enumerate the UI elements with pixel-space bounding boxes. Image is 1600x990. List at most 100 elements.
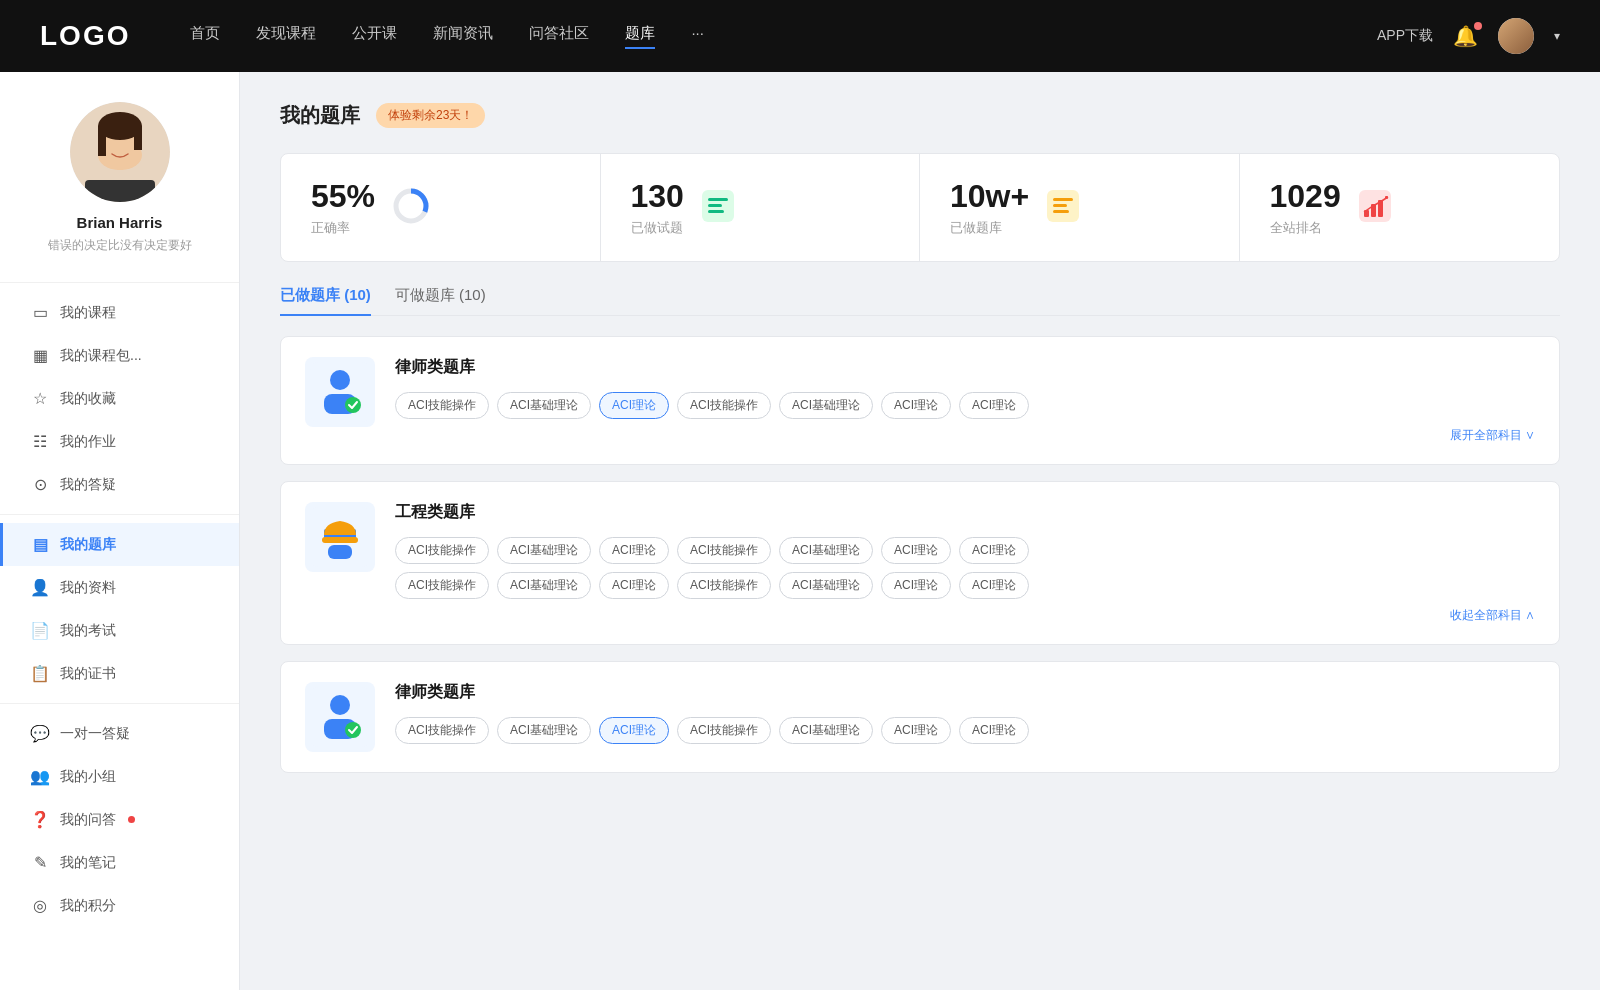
nav-open-course[interactable]: 公开课: [352, 24, 397, 49]
sidebar-label-courses: 我的课程: [60, 304, 116, 322]
tag-lawyer2-2[interactable]: ACI理论: [599, 717, 669, 744]
svg-rect-7: [85, 180, 155, 202]
tag-eng-r2-0[interactable]: ACI技能操作: [395, 572, 489, 599]
subject-title-lawyer-2: 律师类题库: [395, 682, 1535, 703]
course-package-icon: ▦: [30, 346, 50, 365]
tag-eng-r1-0[interactable]: ACI技能操作: [395, 537, 489, 564]
sidebar-item-homework[interactable]: ☷ 我的作业: [0, 420, 239, 463]
subject-card-lawyer-2: 律师类题库 ACI技能操作 ACI基础理论 ACI理论 ACI技能操作 ACI基…: [280, 661, 1560, 773]
tag-lawyer2-1[interactable]: ACI基础理论: [497, 717, 591, 744]
sidebar-label-1to1: 一对一答疑: [60, 725, 130, 743]
tag-lawyer1-5[interactable]: ACI理论: [881, 392, 951, 419]
sidebar-item-groups[interactable]: 👥 我的小组: [0, 755, 239, 798]
tag-lawyer2-0[interactable]: ACI技能操作: [395, 717, 489, 744]
tag-lawyer2-5[interactable]: ACI理论: [881, 717, 951, 744]
stats-row: 55% 正确率 130 已做试题: [280, 153, 1560, 262]
sidebar: Brian Harris 错误的决定比没有决定要好 ▭ 我的课程 ▦ 我的课程包…: [0, 72, 240, 990]
subject-tags-engineer-row2: ACI技能操作 ACI基础理论 ACI理论 ACI技能操作 ACI基础理论 AC…: [395, 572, 1535, 599]
tag-lawyer1-0[interactable]: ACI技能操作: [395, 392, 489, 419]
tag-eng-r1-4[interactable]: ACI基础理论: [779, 537, 873, 564]
stat-done-banks-value: 10w+: [950, 178, 1029, 215]
tag-eng-r1-5[interactable]: ACI理论: [881, 537, 951, 564]
user-menu-chevron[interactable]: ▾: [1554, 29, 1560, 43]
user-name: Brian Harris: [77, 214, 163, 231]
svg-rect-5: [98, 126, 106, 156]
groups-icon: 👥: [30, 767, 50, 786]
exams-icon: 📄: [30, 621, 50, 640]
sidebar-item-materials[interactable]: 👤 我的资料: [0, 566, 239, 609]
sidebar-label-homework: 我的作业: [60, 433, 116, 451]
sidebar-item-certificate[interactable]: 📋 我的证书: [0, 652, 239, 695]
tag-eng-r2-3[interactable]: ACI技能操作: [677, 572, 771, 599]
tag-eng-r2-1[interactable]: ACI基础理论: [497, 572, 591, 599]
tag-lawyer1-3[interactable]: ACI技能操作: [677, 392, 771, 419]
svg-rect-6: [134, 126, 142, 150]
tag-lawyer2-4[interactable]: ACI基础理论: [779, 717, 873, 744]
sidebar-menu: ▭ 我的课程 ▦ 我的课程包... ☆ 我的收藏 ☷ 我的作业 ⊙ 我的答疑 ▤: [0, 291, 239, 927]
stat-done-questions-label: 已做试题: [631, 219, 684, 237]
svg-rect-13: [708, 204, 722, 207]
subject-content-lawyer-2: 律师类题库 ACI技能操作 ACI基础理论 ACI理论 ACI技能操作 ACI基…: [395, 682, 1535, 752]
stat-rank-value: 1029: [1270, 178, 1341, 215]
notes-icon: ✎: [30, 853, 50, 872]
user-avatar[interactable]: [70, 102, 170, 202]
tag-eng-r1-3[interactable]: ACI技能操作: [677, 537, 771, 564]
nav-news[interactable]: 新闻资讯: [433, 24, 493, 49]
collapse-engineer[interactable]: 收起全部科目 ∧: [395, 607, 1535, 624]
tag-eng-r2-4[interactable]: ACI基础理论: [779, 572, 873, 599]
tag-eng-r1-2[interactable]: ACI理论: [599, 537, 669, 564]
tab-done-banks[interactable]: 已做题库 (10): [280, 286, 371, 315]
tag-lawyer1-6[interactable]: ACI理论: [959, 392, 1029, 419]
avatar-img-nav: [1498, 18, 1534, 54]
tag-eng-r2-6[interactable]: ACI理论: [959, 572, 1029, 599]
sidebar-item-qa[interactable]: ⊙ 我的答疑: [0, 463, 239, 506]
tag-lawyer2-6[interactable]: ACI理论: [959, 717, 1029, 744]
nav-discover[interactable]: 发现课程: [256, 24, 316, 49]
sidebar-item-questions[interactable]: ❓ 我的问答: [0, 798, 239, 841]
navbar: LOGO 首页 发现课程 公开课 新闻资讯 问答社区 题库 ··· APP下载 …: [0, 0, 1600, 72]
nav-more[interactable]: ···: [691, 24, 704, 49]
tag-lawyer1-4[interactable]: ACI基础理论: [779, 392, 873, 419]
tag-eng-r2-2[interactable]: ACI理论: [599, 572, 669, 599]
sidebar-item-course-package[interactable]: ▦ 我的课程包...: [0, 334, 239, 377]
favorites-icon: ☆: [30, 389, 50, 408]
sidebar-label-qa: 我的答疑: [60, 476, 116, 494]
subject-tags-lawyer-1: ACI技能操作 ACI基础理论 ACI理论 ACI技能操作 ACI基础理论 AC…: [395, 392, 1535, 419]
sidebar-item-question-bank[interactable]: ▤ 我的题库: [0, 523, 239, 566]
svg-rect-16: [1053, 198, 1073, 201]
notification-bell[interactable]: 🔔: [1453, 24, 1478, 48]
sidebar-label-certificate: 我的证书: [60, 665, 116, 683]
sidebar-item-favorites[interactable]: ☆ 我的收藏: [0, 377, 239, 420]
sidebar-item-points[interactable]: ◎ 我的积分: [0, 884, 239, 927]
subject-title-lawyer-1: 律师类题库: [395, 357, 1535, 378]
sidebar-label-favorites: 我的收藏: [60, 390, 116, 408]
subject-content-engineer: 工程类题库 ACI技能操作 ACI基础理论 ACI理论 ACI技能操作 ACI基…: [395, 502, 1535, 624]
sidebar-item-courses[interactable]: ▭ 我的课程: [0, 291, 239, 334]
tag-lawyer1-2[interactable]: ACI理论: [599, 392, 669, 419]
stat-accuracy: 55% 正确率: [281, 154, 601, 261]
logo[interactable]: LOGO: [40, 20, 130, 52]
stat-accuracy-value: 55%: [311, 178, 375, 215]
engineer-icon: [305, 502, 375, 572]
sidebar-item-exams[interactable]: 📄 我的考试: [0, 609, 239, 652]
tag-lawyer2-3[interactable]: ACI技能操作: [677, 717, 771, 744]
expand-lawyer-1[interactable]: 展开全部科目 ∨: [395, 427, 1535, 444]
tag-eng-r2-5[interactable]: ACI理论: [881, 572, 951, 599]
nav-links: 首页 发现课程 公开课 新闻资讯 问答社区 题库 ···: [190, 24, 1377, 49]
tag-eng-r1-1[interactable]: ACI基础理论: [497, 537, 591, 564]
tag-lawyer1-1[interactable]: ACI基础理论: [497, 392, 591, 419]
nav-qa[interactable]: 问答社区: [529, 24, 589, 49]
trial-badge: 体验剩余23天！: [376, 103, 485, 128]
nav-question-bank[interactable]: 题库: [625, 24, 655, 49]
page-container: Brian Harris 错误的决定比没有决定要好 ▭ 我的课程 ▦ 我的课程包…: [0, 72, 1600, 990]
svg-point-35: [345, 722, 361, 738]
tag-eng-r1-6[interactable]: ACI理论: [959, 537, 1029, 564]
app-download-link[interactable]: APP下载: [1377, 27, 1433, 45]
sidebar-item-1to1[interactable]: 💬 一对一答疑: [0, 712, 239, 755]
tab-available-banks[interactable]: 可做题库 (10): [395, 286, 486, 315]
materials-icon: 👤: [30, 578, 50, 597]
notification-dot: [1474, 22, 1482, 30]
user-avatar-nav[interactable]: [1498, 18, 1534, 54]
nav-home[interactable]: 首页: [190, 24, 220, 49]
sidebar-item-notes[interactable]: ✎ 我的笔记: [0, 841, 239, 884]
